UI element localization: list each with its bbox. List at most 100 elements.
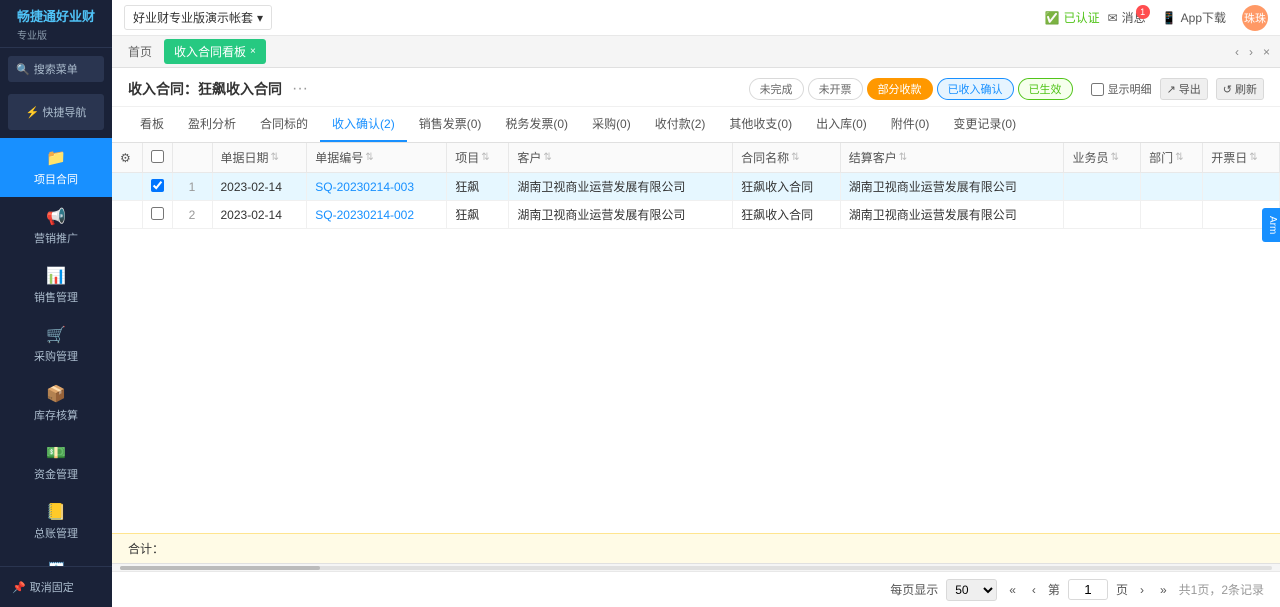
tab-warehouse[interactable]: 出入库(0) — [804, 107, 879, 142]
row2-checkbox[interactable] — [151, 207, 164, 220]
tab-subject[interactable]: 合同标的 — [248, 107, 320, 142]
content-wrapper: 收入合同：狂飙收入合同 ··· 未完成 未开票 部分收款 已收入确认 已生效 显… — [112, 68, 1280, 607]
sidebar-item-label: 总账管理 — [34, 525, 78, 541]
tab-attachment[interactable]: 附件(0) — [879, 107, 942, 142]
th-open-date[interactable]: 开票日 ⇅ — [1203, 143, 1280, 173]
row2-date: 2023-02-14 — [212, 201, 307, 229]
display-detail-checkbox[interactable] — [1091, 83, 1104, 96]
sort-code-icon: ⇅ — [365, 152, 373, 163]
status-effective[interactable]: 已生效 — [1018, 78, 1073, 100]
search-menu-button[interactable]: 🔍 搜索菜单 — [8, 56, 104, 82]
content: 收入合同：狂飙收入合同 ··· 未完成 未开票 部分收款 已收入确认 已生效 显… — [112, 68, 1280, 607]
arm-button[interactable]: Arm — [1262, 208, 1280, 242]
th-project[interactable]: 项目 ⇅ — [447, 143, 509, 173]
th-salesperson[interactable]: 业务员 ⇅ — [1064, 143, 1141, 173]
tab-sales-invoice[interactable]: 销售发票(0) — [407, 107, 494, 142]
app-download-label: App下载 — [1181, 9, 1226, 26]
tabbar: 首页 收入合同看板 × ‹ › × — [112, 36, 1280, 68]
row1-open-date — [1203, 173, 1280, 201]
select-all-checkbox[interactable] — [151, 150, 164, 163]
row2-settle-customer: 湖南卫视商业运营发展有限公司 — [840, 201, 1064, 229]
sidebar-item-sales[interactable]: 📊 销售管理 — [0, 256, 112, 315]
th-department[interactable]: 部门 ⇅ — [1141, 143, 1203, 173]
sidebar-item-invoice[interactable]: 🧾 发票管理 — [0, 551, 112, 566]
th-contract[interactable]: 合同名称 ⇅ — [733, 143, 841, 173]
message-button[interactable]: ✉ 消息 1 — [1108, 9, 1146, 26]
scrollbar-area[interactable] — [112, 563, 1280, 571]
row1-contract: 狂飙收入合同 — [733, 173, 841, 201]
th-customer[interactable]: 客户 ⇅ — [509, 143, 733, 173]
tabbar-nav: ‹ › × — [1233, 45, 1272, 59]
company-selector[interactable]: 好业财专业版演示帐套 ▾ — [124, 5, 272, 30]
active-tab-label: 收入合同看板 — [174, 43, 246, 60]
home-tab[interactable]: 首页 — [120, 43, 160, 60]
prev-page-button[interactable]: ‹ — [1028, 582, 1040, 598]
last-page-button[interactable]: » — [1156, 582, 1171, 598]
funds-icon: 💵 — [46, 443, 66, 463]
tab-board[interactable]: 看板 — [128, 107, 176, 142]
user-avatar[interactable]: 珠珠 — [1242, 5, 1268, 31]
status-revenue-confirmed[interactable]: 已收入确认 — [937, 78, 1014, 100]
tab-next-icon[interactable]: › — [1247, 45, 1255, 59]
th-code[interactable]: 单据编号 ⇅ — [307, 143, 447, 173]
row1-check[interactable] — [142, 173, 172, 201]
tab-revenue-confirm[interactable]: 收入确认(2) — [320, 107, 407, 142]
row1-customer: 湖南卫视商业运营发展有限公司 — [509, 173, 733, 201]
sort-customer-icon: ⇅ — [543, 152, 551, 163]
active-tab[interactable]: 收入合同看板 × — [164, 39, 266, 64]
sidebar-item-project[interactable]: 📁 项目合同 — [0, 138, 112, 197]
row2-code[interactable]: SQ-20230214-002 — [307, 201, 447, 229]
th-settings[interactable]: ⚙ — [112, 143, 142, 173]
status-uncomplete[interactable]: 未完成 — [749, 78, 804, 100]
sidebar-item-funds[interactable]: 💵 资金管理 — [0, 433, 112, 492]
sidebar-item-marketing[interactable]: 📢 营销推广 — [0, 197, 112, 256]
th-date[interactable]: 单据日期 ⇅ — [212, 143, 307, 173]
row2-check[interactable] — [142, 201, 172, 229]
tab-payment[interactable]: 收付款(2) — [643, 107, 718, 142]
row1-checkbox[interactable] — [151, 179, 164, 192]
status-uninvoiced[interactable]: 未开票 — [808, 78, 863, 100]
scrollbar-thumb[interactable] — [120, 566, 320, 570]
data-table: ⚙ 单据日期 ⇅ 单据编号 ⇅ — [112, 143, 1280, 229]
export-button[interactable]: ↗ 导出 — [1160, 78, 1208, 100]
page-title: 收入合同：狂飙收入合同 — [128, 79, 282, 99]
sidebar-item-inventory[interactable]: 📦 库存核算 — [0, 374, 112, 433]
cancel-fixed-button[interactable]: 📌 取消固定 — [8, 575, 104, 599]
row2-settings — [112, 201, 142, 229]
tab-close-icon[interactable]: × — [1261, 45, 1272, 59]
th-num — [172, 143, 212, 173]
scrollbar-track — [120, 566, 1272, 570]
next-page-button[interactable]: › — [1136, 582, 1148, 598]
per-page-select[interactable]: 20 50 100 — [946, 579, 997, 601]
row1-code-link[interactable]: SQ-20230214-003 — [315, 180, 414, 194]
quick-nav-button[interactable]: ⚡ 快捷导航 — [8, 94, 104, 130]
first-page-button[interactable]: « — [1005, 582, 1020, 598]
table-row[interactable]: 1 2023-02-14 SQ-20230214-003 狂飙 湖南卫视商业运营… — [112, 173, 1280, 201]
topbar: 好业财专业版演示帐套 ▾ ✅ 已认证 ✉ 消息 1 📱 App下载 珠珠 — [112, 0, 1280, 36]
th-settle-customer[interactable]: 结算客户 ⇅ — [840, 143, 1064, 173]
nav-tabs: 看板 盈利分析 合同标的 收入确认(2) 销售发票(0) 税务发票(0) 采购(… — [112, 107, 1280, 143]
tab-prev-icon[interactable]: ‹ — [1233, 45, 1241, 59]
sidebar-item-general[interactable]: 📒 总账管理 — [0, 492, 112, 551]
tab-profit[interactable]: 盈利分析 — [176, 107, 248, 142]
tab-other-income[interactable]: 其他收支(0) — [717, 107, 804, 142]
refresh-button[interactable]: ↺ 刷新 — [1216, 78, 1264, 100]
app-download-button[interactable]: 📱 App下载 — [1162, 9, 1226, 26]
sort-salesperson-icon: ⇅ — [1110, 152, 1118, 163]
tab-change-log[interactable]: 变更记录(0) — [941, 107, 1028, 142]
table-row[interactable]: 2 2023-02-14 SQ-20230214-002 狂飙 湖南卫视商业运营… — [112, 201, 1280, 229]
tab-purchase[interactable]: 采购(0) — [580, 107, 643, 142]
sidebar-item-label: 库存核算 — [34, 407, 78, 423]
row1-code[interactable]: SQ-20230214-003 — [307, 173, 447, 201]
tab-tax-invoice[interactable]: 税务发票(0) — [493, 107, 580, 142]
row2-code-link[interactable]: SQ-20230214-002 — [315, 208, 414, 222]
more-actions-button[interactable]: ··· — [292, 80, 308, 98]
message-badge: 1 — [1136, 5, 1150, 19]
status-partial-payment[interactable]: 部分收款 — [867, 78, 933, 100]
close-tab-icon[interactable]: × — [250, 46, 256, 57]
sidebar-item-purchase[interactable]: 🛒 采购管理 — [0, 315, 112, 374]
avatar-text: 珠珠 — [1244, 10, 1266, 26]
cancel-fixed-icon: 📌 — [12, 581, 26, 594]
page-input[interactable] — [1068, 579, 1108, 600]
summary-row: 合计： — [112, 533, 1280, 563]
